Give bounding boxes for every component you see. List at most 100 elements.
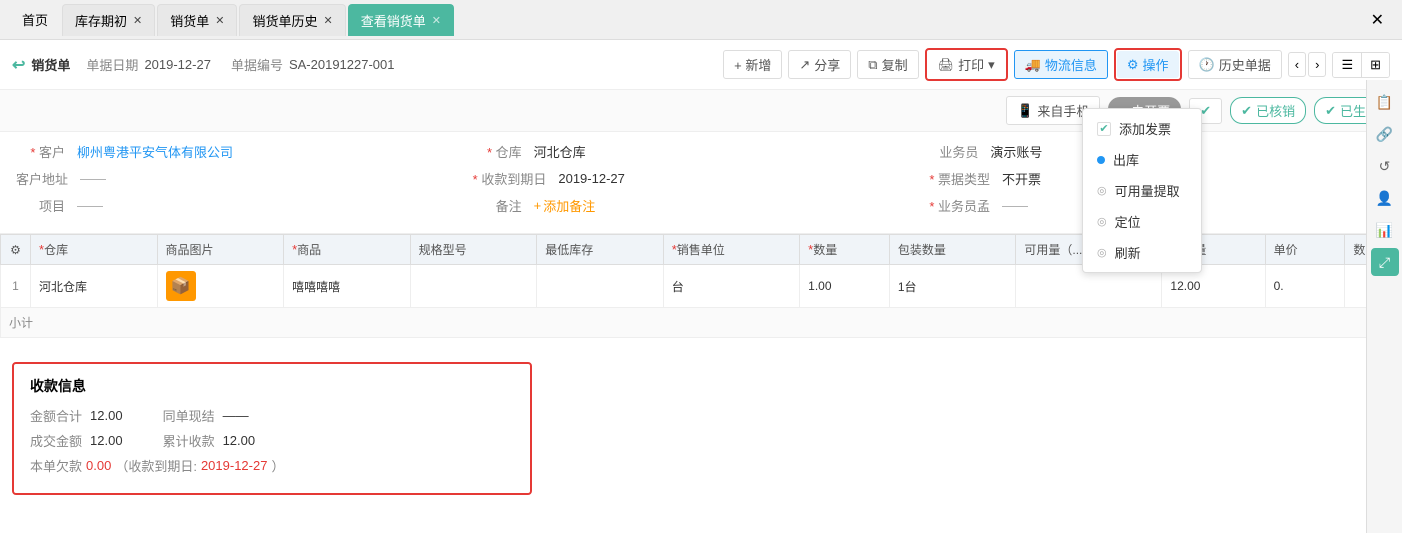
already-cancelled-button[interactable]: ✔ 已核销 [1230, 97, 1306, 124]
amount-total-label: 金额合计 [30, 406, 82, 425]
due-date-prefix: （收款到期日: [115, 456, 197, 475]
out-warehouse-dot [1097, 156, 1105, 164]
sidebar-icon-doc[interactable]: 📋 [1371, 88, 1399, 116]
tab-sales-history[interactable]: 销货单历史 ✕ [239, 4, 345, 36]
employee-label: 业务员 [929, 142, 984, 161]
sidebar-icon-refresh[interactable]: ↺ [1371, 152, 1399, 180]
close-view-sales-tab[interactable]: ✕ [432, 14, 441, 27]
subtotal-row: 小计 [1, 308, 1402, 338]
transaction-amount-value: 12.00 [90, 433, 123, 448]
warehouse-label: 仓库 [473, 142, 528, 161]
customer-value[interactable]: 柳州粤港平安气体有限公司 [77, 142, 233, 161]
note-label: 备注 [473, 196, 528, 215]
sales-history-tab-label: 销货单历史 [252, 11, 317, 30]
phone-icon: 📱 [1017, 103, 1033, 119]
due-date-value: 2019-12-27 [201, 458, 268, 473]
operations-button[interactable]: ⚙ 操作 [1117, 51, 1179, 78]
view-grid-button[interactable]: ⊞ [1362, 53, 1389, 77]
number-label: 单据编号 [231, 55, 283, 74]
owed-label: 本单欠款 [30, 456, 82, 475]
history-button[interactable]: 🕐 历史单据 [1188, 50, 1282, 79]
close-sales-history-tab[interactable]: ✕ [324, 14, 333, 27]
add-invoice-checkbox: ✔ [1097, 122, 1111, 136]
sidebar-icon-chart[interactable]: 📊 [1371, 216, 1399, 244]
available-qty-label: 可用量提取 [1115, 181, 1180, 200]
nav-next-button[interactable]: › [1308, 52, 1326, 77]
sales-employee-label: 业务员孟 [929, 196, 996, 215]
payment-info-row-3: 本单欠款 0.00 （收款到期日: 2019-12-27 ） [30, 456, 514, 475]
print-button[interactable]: 🖨 打印 ▾ [928, 51, 1005, 78]
doc-meta: 单据日期 2019-12-27 单据编号 SA-20191227-001 [86, 55, 394, 74]
logistics-button[interactable]: 🚚 物流信息 [1014, 50, 1108, 79]
date-label: 单据日期 [86, 55, 138, 74]
locate-label: 定位 [1115, 212, 1141, 231]
amount-total-value: 12.00 [90, 408, 123, 423]
row-image: 📦 [157, 265, 284, 308]
addr-label: 客户地址 [16, 169, 74, 188]
tab-home[interactable]: 首页 [10, 4, 60, 36]
logistics-icon: 🚚 [1025, 57, 1041, 73]
inventory-tab-label: 库存期初 [75, 11, 127, 30]
amount-total-item: 金额合计 12.00 [30, 406, 123, 425]
add-note-icon: + [534, 198, 542, 213]
row-pack-qty: 1台 [889, 265, 1016, 308]
ticket-type-value: 不开票 [1002, 169, 1041, 188]
col-min-stock: 最低库存 [537, 235, 664, 265]
sidebar-icon-link[interactable]: 🔗 [1371, 120, 1399, 148]
tab-view-sales[interactable]: 查看销货单 ✕ [348, 4, 454, 36]
header-actions: + 新增 ↗ 分享 ⧉ 复制 🖨 打印 ▾ 🚚 物流信息 [723, 48, 1390, 81]
addr-field: 客户地址 —— [16, 169, 473, 188]
same-order-label: 同单现结 [163, 406, 215, 425]
refresh-icon: ◎ [1097, 246, 1107, 259]
payment-info-title: 收款信息 [30, 376, 514, 396]
col-pack-qty: 包装数量 [889, 235, 1016, 265]
row-min-stock [537, 265, 664, 308]
sidebar-icon-user[interactable]: 👤 [1371, 184, 1399, 212]
row-qty: 1.00 [800, 265, 890, 308]
print-icon: 🖨 [938, 57, 955, 73]
out-warehouse-label: 出库 [1113, 150, 1139, 169]
project-field: 项目 —— [16, 196, 473, 215]
addr-value: —— [80, 171, 106, 186]
effective-icon: ✔ [1325, 103, 1336, 119]
col-product: *商品 [284, 235, 411, 265]
dropdown-locate[interactable]: ◎ 定位 [1083, 206, 1201, 237]
cancelled-icon: ✔ [1241, 103, 1252, 119]
payment-date-field: 收款到期日 2019-12-27 [473, 169, 930, 188]
employee-value: 演示账号 [990, 142, 1042, 161]
right-sidebar: 📋 🔗 ↺ 👤 📊 ⤢ [1366, 80, 1402, 533]
available-qty-icon: ◎ [1097, 184, 1107, 197]
share-button[interactable]: ↗ 分享 [788, 50, 851, 79]
view-mode-buttons: ☰ ⊞ [1332, 52, 1390, 78]
dropdown-available-qty[interactable]: ◎ 可用量提取 [1083, 175, 1201, 206]
sidebar-icon-expand[interactable]: ⤢ [1371, 248, 1399, 276]
window-close-button[interactable]: ✕ [1363, 6, 1392, 34]
nav-prev-button[interactable]: ‹ [1288, 52, 1306, 77]
add-note-button[interactable]: + 添加备注 [534, 196, 596, 215]
cumulative-receipt-item: 累计收款 12.00 [163, 431, 256, 450]
new-button[interactable]: + 新增 [723, 50, 782, 79]
view-sales-tab-label: 查看销货单 [361, 11, 426, 30]
operations-dropdown: ✔ 添加发票 出库 ◎ 可用量提取 ◎ 定位 ◎ 刷新 [1082, 108, 1202, 273]
header-bar: ↩ 销货单 单据日期 2019-12-27 单据编号 SA-20191227-0… [0, 40, 1402, 90]
col-image: 商品图片 [157, 235, 284, 265]
date-value: 2019-12-27 [144, 57, 211, 72]
dropdown-refresh[interactable]: ◎ 刷新 [1083, 237, 1201, 268]
dropdown-add-invoice[interactable]: ✔ 添加发票 [1083, 113, 1201, 144]
checked-icon: ✔ [1099, 122, 1108, 135]
tab-sales[interactable]: 销货单 ✕ [157, 4, 237, 36]
copy-button[interactable]: ⧉ 复制 [857, 50, 918, 79]
tab-inventory[interactable]: 库存期初 ✕ [62, 4, 155, 36]
col-qty: *数量 [800, 235, 890, 265]
col-price: 单价 [1265, 235, 1345, 265]
col-settings[interactable]: ⚙ [1, 235, 31, 265]
transaction-amount-item: 成交金额 12.00 [30, 431, 123, 450]
cumulative-receipt-label: 累计收款 [163, 431, 215, 450]
view-list-button[interactable]: ☰ [1333, 53, 1362, 77]
print-dropdown-arrow[interactable]: ▾ [988, 57, 995, 73]
dropdown-out-warehouse[interactable]: 出库 [1083, 144, 1201, 175]
owed-item: 本单欠款 0.00 （收款到期日: 2019-12-27 ） [30, 456, 284, 475]
customer-label: 客户 [16, 142, 71, 161]
close-inventory-tab[interactable]: ✕ [133, 14, 142, 27]
close-sales-tab[interactable]: ✕ [215, 14, 224, 27]
